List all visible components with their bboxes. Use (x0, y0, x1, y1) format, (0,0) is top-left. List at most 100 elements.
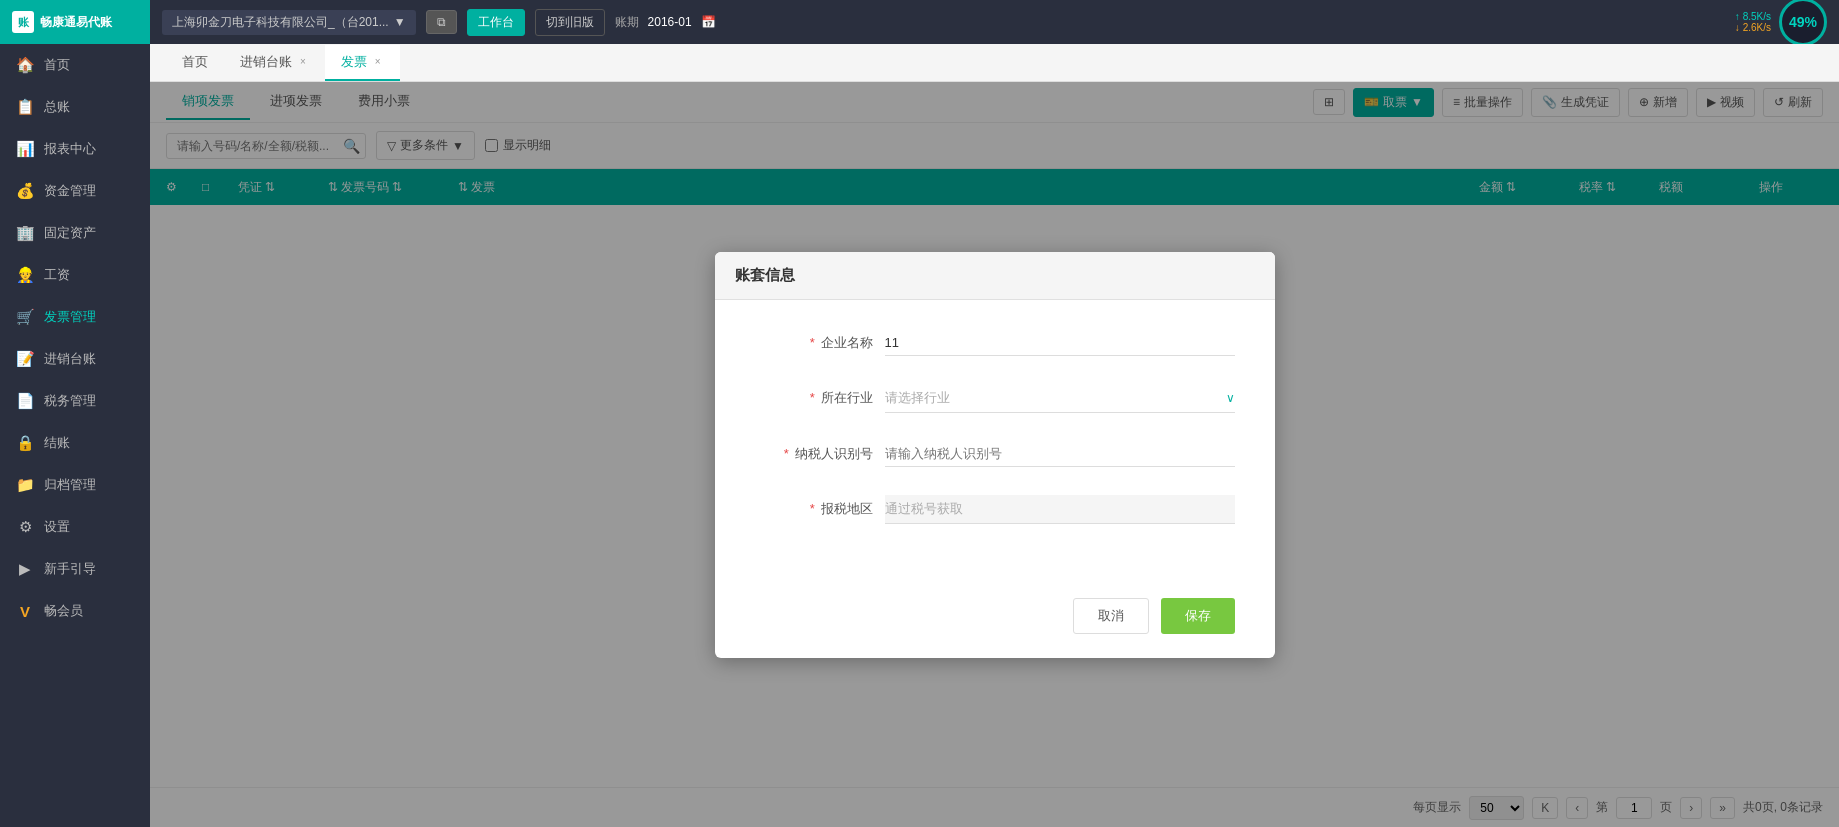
sidebar-item-label: 设置 (44, 518, 70, 536)
company-name-input[interactable] (885, 330, 1235, 356)
tab-invoice-label: 发票 (341, 53, 367, 71)
logo-text: 畅康通易代账 (40, 14, 112, 31)
form-row-tax-id: * 纳税人识别号 (755, 441, 1235, 467)
speed-up: ↑ 8.5K/s (1735, 11, 1771, 22)
logo-icon: 账 (12, 11, 34, 33)
sidebar-item-label: 归档管理 (44, 476, 96, 494)
required-star: * (810, 390, 815, 405)
period-label: 账期 (615, 14, 639, 31)
tab-invoice-close[interactable]: × (372, 55, 384, 68)
sidebar-item-label: 结账 (44, 434, 70, 452)
content-area: 销项发票 进项发票 费用小票 ⊞ 🎫 取票 (150, 82, 1839, 827)
speed-down: ↓ 2.6K/s (1735, 22, 1771, 33)
salary-icon: 👷 (16, 266, 34, 284)
sidebar-item-close[interactable]: 🔒 结账 (0, 422, 150, 464)
sidebar-item-invoice[interactable]: 🛒 发票管理 (0, 296, 150, 338)
form-row-industry: * 所在行业 请选择行业 ∨ (755, 384, 1235, 413)
tab-invoice[interactable]: 发票 × (325, 45, 400, 81)
main-area: 上海卯金刀电子科技有限公司_（台201... ▼ ⧉ 工作台 切到旧版 账期 2… (150, 0, 1839, 827)
required-star: * (784, 446, 789, 461)
tab-sales-ledger-label: 进销台账 (240, 53, 292, 71)
sidebar-item-label: 工资 (44, 266, 70, 284)
sidebar-item-label: 进销台账 (44, 350, 96, 368)
tab-home-label: 首页 (182, 53, 208, 71)
invoice-icon: 🛒 (16, 308, 34, 326)
home-icon: 🏠 (16, 56, 34, 74)
app-logo: 账 畅康通易代账 (0, 0, 150, 44)
modal-body: * 企业名称 * 所在行业 请选择行业 ∨ (715, 300, 1275, 582)
tax-region-placeholder: 通过税号获取 (885, 501, 963, 516)
guide-icon: ▶ (16, 560, 34, 578)
tax-region-display: 通过税号获取 (885, 495, 1235, 524)
ledger-icon: 📋 (16, 98, 34, 116)
sidebar-item-finance[interactable]: 💰 资金管理 (0, 170, 150, 212)
speed-stats: ↑ 8.5K/s ↓ 2.6K/s (1735, 11, 1771, 33)
tax-icon: 📄 (16, 392, 34, 410)
sidebar-item-settings[interactable]: ⚙ 设置 (0, 506, 150, 548)
sidebar-item-archive[interactable]: 📁 归档管理 (0, 464, 150, 506)
cancel-button[interactable]: 取消 (1073, 598, 1149, 634)
workdesk-button[interactable]: 工作台 (467, 9, 525, 36)
sidebar-item-tax[interactable]: 📄 税务管理 (0, 380, 150, 422)
tab-sales-ledger-close[interactable]: × (297, 55, 309, 68)
tab-home[interactable]: 首页 (166, 45, 224, 81)
form-row-company: * 企业名称 (755, 330, 1235, 356)
sidebar-item-reports[interactable]: 📊 报表中心 (0, 128, 150, 170)
modal-header: 账套信息 (715, 252, 1275, 300)
sidebar-item-sales-ledger[interactable]: 📝 进销台账 (0, 338, 150, 380)
industry-label: * 所在行业 (755, 389, 885, 407)
tax-region-label: * 报税地区 (755, 500, 885, 518)
sidebar-item-home[interactable]: 🏠 首页 (0, 44, 150, 86)
modal-overlay[interactable]: 账套信息 * 企业名称 * 所在行业 (150, 82, 1839, 827)
chevron-down-icon: ▼ (394, 15, 406, 29)
form-row-tax-region: * 报税地区 通过税号获取 (755, 495, 1235, 524)
page-tabs: 首页 进销台账 × 发票 × (150, 44, 1839, 82)
sidebar-item-label: 税务管理 (44, 392, 96, 410)
topbar: 上海卯金刀电子科技有限公司_（台201... ▼ ⧉ 工作台 切到旧版 账期 2… (150, 0, 1839, 44)
modal: 账套信息 * 企业名称 * 所在行业 (715, 252, 1275, 658)
speed-pct: 49% (1789, 14, 1817, 30)
modal-footer: 取消 保存 (715, 582, 1275, 658)
topbar-right: ↑ 8.5K/s ↓ 2.6K/s 49% (1735, 0, 1827, 46)
sidebar-item-label: 资金管理 (44, 182, 96, 200)
company-selector[interactable]: 上海卯金刀电子科技有限公司_（台201... ▼ (162, 10, 416, 35)
save-button[interactable]: 保存 (1161, 598, 1235, 634)
sidebar-item-label: 首页 (44, 56, 70, 74)
industry-select[interactable]: 请选择行业 ∨ (885, 384, 1235, 413)
period-display: 账期 2016-01 📅 (615, 14, 716, 31)
industry-placeholder: 请选择行业 (885, 389, 1226, 407)
reports-icon: 📊 (16, 140, 34, 158)
sidebar-item-member[interactable]: V 畅会员 (0, 590, 150, 632)
sidebar-item-label: 发票管理 (44, 308, 96, 326)
settings-icon: ⚙ (16, 518, 34, 536)
finance-icon: 💰 (16, 182, 34, 200)
sidebar-item-label: 新手引导 (44, 560, 96, 578)
calendar-icon[interactable]: 📅 (701, 15, 716, 29)
company-name: 上海卯金刀电子科技有限公司_（台201... (172, 14, 389, 31)
required-star: * (810, 501, 815, 516)
sidebar-item-label: 总账 (44, 98, 70, 116)
sidebar-item-salary[interactable]: 👷 工资 (0, 254, 150, 296)
required-star: * (810, 335, 815, 350)
sidebar-item-guide[interactable]: ▶ 新手引导 (0, 548, 150, 590)
copy-btn[interactable]: ⧉ (426, 10, 457, 34)
close-books-icon: 🔒 (16, 434, 34, 452)
sales-icon: 📝 (16, 350, 34, 368)
member-icon: V (16, 603, 34, 620)
assets-icon: 🏢 (16, 224, 34, 242)
sidebar-item-label: 固定资产 (44, 224, 96, 242)
speed-indicator: 49% (1779, 0, 1827, 46)
company-name-label: * 企业名称 (755, 334, 885, 352)
sidebar: 账 畅康通易代账 🏠 首页 📋 总账 📊 报表中心 💰 资金管理 🏢 固定资产 … (0, 0, 150, 827)
sidebar-item-ledger[interactable]: 📋 总账 (0, 86, 150, 128)
modal-title: 账套信息 (735, 266, 795, 283)
period-value: 2016-01 (648, 15, 692, 29)
sidebar-item-label: 畅会员 (44, 602, 83, 620)
archive-icon: 📁 (16, 476, 34, 494)
switch-old-button[interactable]: 切到旧版 (535, 9, 605, 36)
tax-id-input[interactable] (885, 441, 1235, 467)
tab-sales-ledger[interactable]: 进销台账 × (224, 45, 325, 81)
tax-id-label: * 纳税人识别号 (755, 445, 885, 463)
sidebar-item-assets[interactable]: 🏢 固定资产 (0, 212, 150, 254)
sidebar-item-label: 报表中心 (44, 140, 96, 158)
